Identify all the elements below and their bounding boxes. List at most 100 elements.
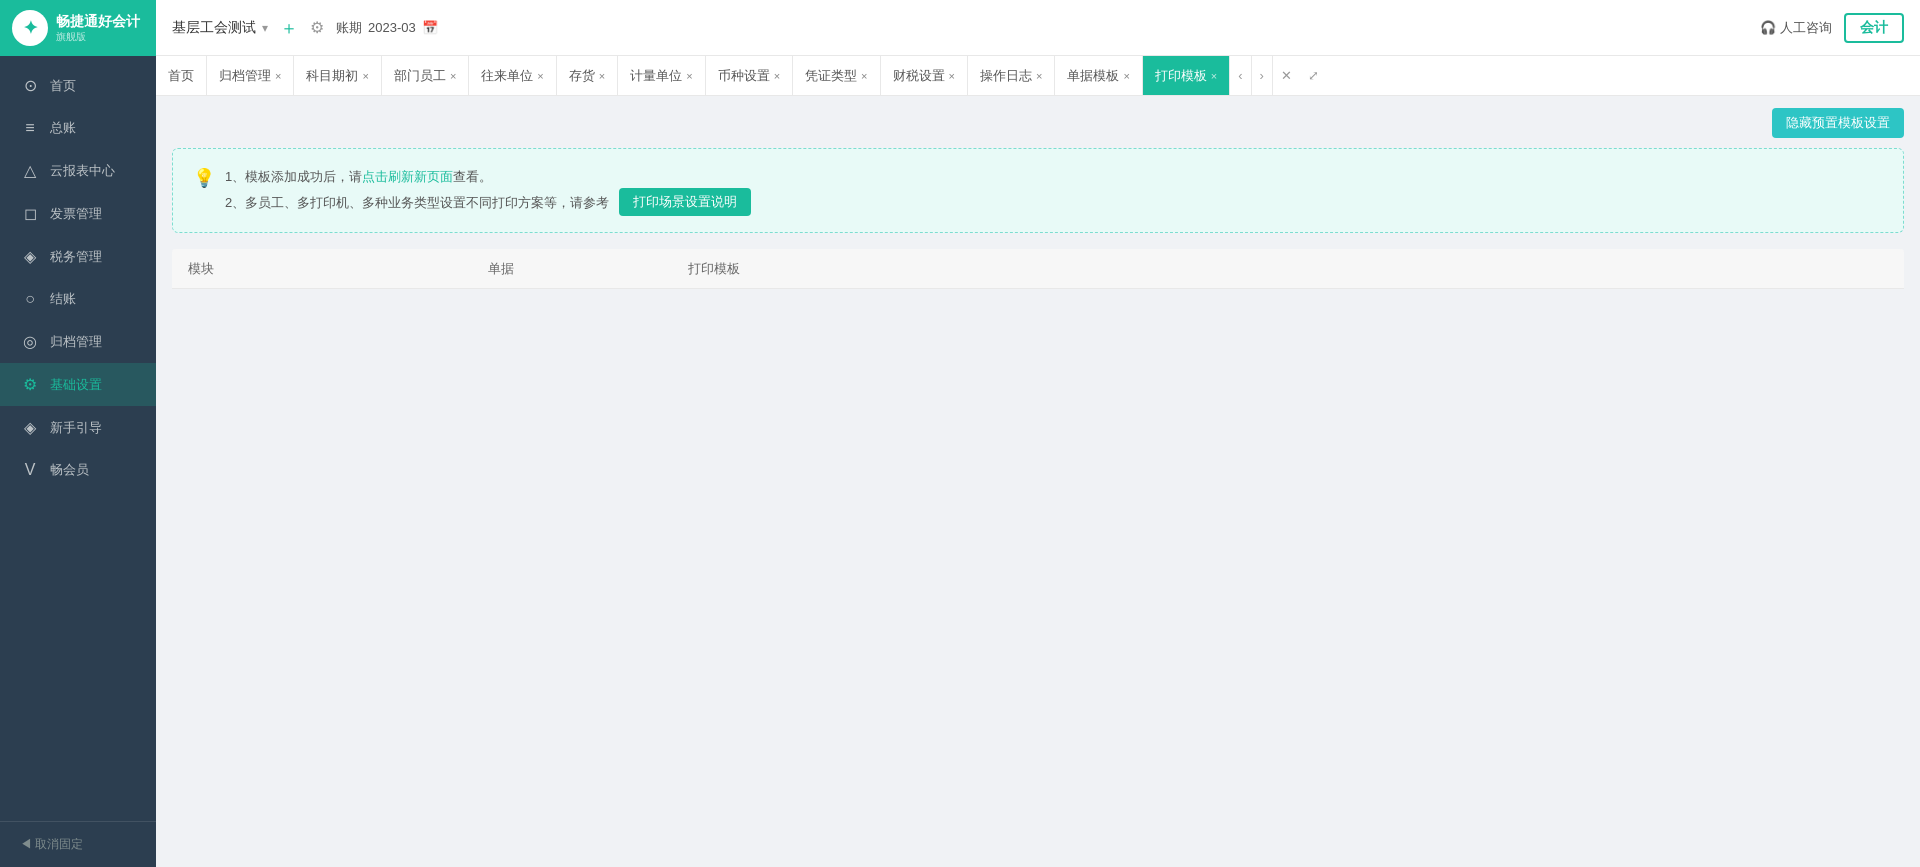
tab-operation-log[interactable]: 操作日志 × <box>968 56 1055 95</box>
tab-single-template[interactable]: 单据模板 × <box>1055 56 1142 95</box>
tab-close-print-template[interactable]: × <box>1211 70 1217 82</box>
customer-service-button[interactable]: 🎧 人工咨询 <box>1760 19 1832 37</box>
topbar-right: 🎧 人工咨询 会计 <box>1760 13 1904 43</box>
tab-close-all[interactable]: ✕ <box>1273 56 1300 95</box>
calendar-icon[interactable]: 📅 <box>422 20 438 35</box>
customer-service-label: 人工咨询 <box>1780 19 1832 37</box>
hide-template-button[interactable]: 隐藏预置模板设置 <box>1772 108 1904 138</box>
tab-label-tax-settings: 财税设置 <box>893 67 945 85</box>
tab-close-partner[interactable]: × <box>537 70 543 82</box>
info-line1-after: 查看。 <box>453 169 492 184</box>
add-tab-button[interactable]: ＋ <box>280 16 298 40</box>
tab-label-voucher-type: 凭证类型 <box>805 67 857 85</box>
tab-label-currency: 币种设置 <box>718 67 770 85</box>
app-edition: 旗舰版 <box>56 30 140 44</box>
info-line1-before: 1、模板添加成功后，请 <box>225 169 362 184</box>
info-box: 💡 1、模板添加成功后，请点击刷新新页面查看。 2、多员工、多打印机、多种业务类… <box>172 148 1904 233</box>
sidebar-unpin[interactable]: ◀ 取消固定 <box>0 821 156 867</box>
sidebar-item-home[interactable]: ⊙ 首页 <box>0 64 156 107</box>
col-template: 打印模板 <box>672 260 1904 278</box>
tab-label-department: 部门员工 <box>394 67 446 85</box>
tab-close-archive[interactable]: × <box>275 70 281 82</box>
tab-label-inventory: 存货 <box>569 67 595 85</box>
sidebar-item-guide[interactable]: ◈ 新手引导 <box>0 406 156 449</box>
tab-print-template[interactable]: 打印模板 × <box>1143 56 1230 95</box>
period-label: 账期 <box>336 19 362 37</box>
bulb-icon: 💡 <box>193 167 215 189</box>
period-selector: 账期 2023-03 📅 <box>336 19 438 37</box>
ledger-icon: ≡ <box>20 119 40 137</box>
tabbar: 首页归档管理 ×科目期初 ×部门员工 ×往来单位 ×存货 ×计量单位 ×币种设置… <box>156 56 1920 96</box>
sidebar-label-guide: 新手引导 <box>50 419 102 437</box>
tab-inventory[interactable]: 存货 × <box>557 56 618 95</box>
tab-nav-next[interactable]: › <box>1252 56 1273 95</box>
member-icon: V <box>20 461 40 479</box>
sidebar-label-ledger: 总账 <box>50 119 76 137</box>
invoice-icon: ◻ <box>20 204 40 223</box>
tab-close-operation-log[interactable]: × <box>1036 70 1042 82</box>
sidebar-label-cloud-report: 云报表中心 <box>50 162 115 180</box>
col-module: 模块 <box>172 260 472 278</box>
sidebar-logo: ✦ 畅捷通好会计 旗舰版 <box>0 0 156 56</box>
sidebar-item-archive[interactable]: ◎ 归档管理 <box>0 320 156 363</box>
col-document: 单据 <box>472 260 672 278</box>
sidebar-item-invoice[interactable]: ◻发票管理 <box>0 192 156 235</box>
basic-settings-icon: ⚙ <box>20 375 40 394</box>
tab-expand[interactable]: ⤢ <box>1300 56 1327 95</box>
tab-voucher-type[interactable]: 凭证类型 × <box>793 56 880 95</box>
tab-nav-prev[interactable]: ‹ <box>1230 56 1251 95</box>
sidebar-item-cloud-report[interactable]: △ 云报表中心 <box>0 149 156 192</box>
tab-close-department[interactable]: × <box>450 70 456 82</box>
sidebar-item-member[interactable]: V畅会员 <box>0 449 156 491</box>
tab-currency[interactable]: 币种设置 × <box>706 56 793 95</box>
tax-icon: ◈ <box>20 247 40 266</box>
tab-close-subject-init[interactable]: × <box>362 70 368 82</box>
sidebar-label-tax: 税务管理 <box>50 248 102 266</box>
period-value: 2023-03 <box>368 20 416 35</box>
archive-icon: ◎ <box>20 332 40 351</box>
kuaiji-button[interactable]: 会计 <box>1844 13 1904 43</box>
tab-tax-settings[interactable]: 财税设置 × <box>881 56 968 95</box>
tab-close-unit[interactable]: × <box>686 70 692 82</box>
tab-label-home: 首页 <box>168 67 194 85</box>
tab-close-voucher-type[interactable]: × <box>861 70 867 82</box>
cloud-report-icon: △ <box>20 161 40 180</box>
sidebar-label-archive: 归档管理 <box>50 333 102 351</box>
sidebar-item-ledger[interactable]: ≡ 总账 <box>0 107 156 149</box>
print-template-table: 模块 单据 打印模板 <box>172 249 1904 289</box>
tab-subject-init[interactable]: 科目期初 × <box>294 56 381 95</box>
info-text: 1、模板添加成功后，请点击刷新新页面查看。 2、多员工、多打印机、多种业务类型设… <box>225 165 751 216</box>
tab-label-unit: 计量单位 <box>630 67 682 85</box>
tab-department[interactable]: 部门员工 × <box>382 56 469 95</box>
explain-button[interactable]: 打印场景设置说明 <box>619 188 751 216</box>
sidebar-label-home: 首页 <box>50 77 76 95</box>
tab-close-currency[interactable]: × <box>774 70 780 82</box>
company-arrow-icon: ▾ <box>262 21 268 35</box>
refresh-link[interactable]: 点击刷新新页面 <box>362 169 453 184</box>
logo-icon: ✦ <box>12 10 48 46</box>
tab-label-partner: 往来单位 <box>481 67 533 85</box>
info-line2-before: 2、多员工、多打印机、多种业务类型设置不同打印方案等，请参考 <box>225 191 609 214</box>
tab-archive[interactable]: 归档管理 × <box>207 56 294 95</box>
guide-icon: ◈ <box>20 418 40 437</box>
app-name: 畅捷通好会计 <box>56 12 140 30</box>
tab-close-single-template[interactable]: × <box>1123 70 1129 82</box>
tab-close-tax-settings[interactable]: × <box>949 70 955 82</box>
sidebar-item-tax[interactable]: ◈ 税务管理 <box>0 235 156 278</box>
settings-icon[interactable]: ⚙ <box>310 18 324 37</box>
close-account-icon: ○ <box>20 290 40 308</box>
sidebar-item-basic-settings[interactable]: ⚙基础设置 <box>0 363 156 406</box>
tab-label-print-template: 打印模板 <box>1155 67 1207 85</box>
topbar: 基层工会测试 ▾ ＋ ⚙ 账期 2023-03 📅 🎧 人工咨询 会计 <box>156 0 1920 56</box>
tab-home[interactable]: 首页 <box>156 56 207 95</box>
tab-close-inventory[interactable]: × <box>599 70 605 82</box>
company-selector[interactable]: 基层工会测试 ▾ <box>172 19 268 37</box>
main-area: 基层工会测试 ▾ ＋ ⚙ 账期 2023-03 📅 🎧 人工咨询 会计 首页归档… <box>156 0 1920 867</box>
tab-unit[interactable]: 计量单位 × <box>618 56 705 95</box>
home-icon: ⊙ <box>20 76 40 95</box>
sidebar-nav: ⊙ 首页 ≡ 总账 △ 云报表中心 ◻发票管理 ◈ 税务管理 ○结账 ◎ 归档管理 ⚙基础设置 ◈ 新手引导… <box>0 56 156 821</box>
tab-partner[interactable]: 往来单位 × <box>469 56 556 95</box>
tab-label-archive: 归档管理 <box>219 67 271 85</box>
headset-icon: 🎧 <box>1760 20 1776 35</box>
sidebar-item-close-account[interactable]: ○结账 <box>0 278 156 320</box>
